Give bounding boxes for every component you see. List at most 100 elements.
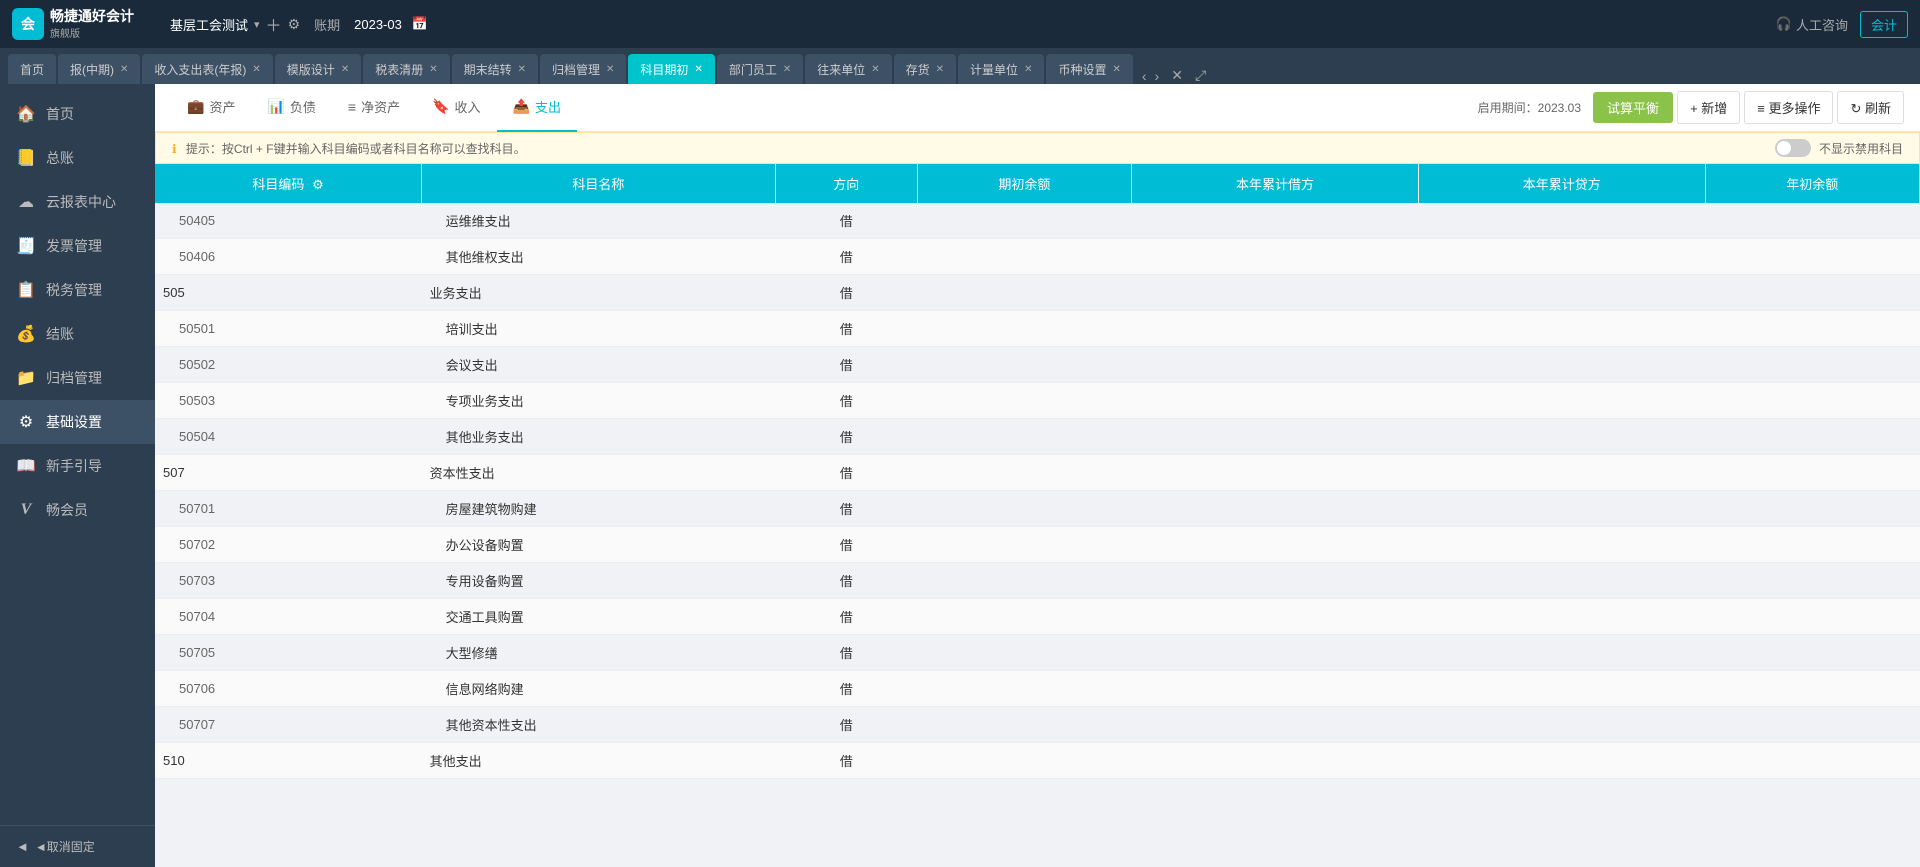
- sub-tab-income[interactable]: 🔖 收入: [416, 84, 496, 132]
- tab-subject-init-close[interactable]: ✕: [694, 64, 702, 75]
- toggle-label: 不显示禁用科目: [1819, 140, 1903, 157]
- project-name: 基层工会测试: [170, 15, 248, 34]
- tab-template-design[interactable]: 模版设计 ✕: [275, 54, 361, 84]
- sidebar-archive-label: 归档管理: [46, 368, 102, 388]
- tab-unit-close[interactable]: ✕: [1024, 64, 1032, 75]
- tab-dept-close[interactable]: ✕: [783, 64, 791, 75]
- sub-tab-bar: 💼 资产 📊 负债 ≡ 净资产 🔖 收入 📤 支出 启用期间：2023.03: [155, 84, 1920, 132]
- sidebar-item-basic[interactable]: ⚙ 基础设置: [0, 400, 155, 444]
- tab-currency[interactable]: 币种设置 ✕: [1046, 54, 1132, 84]
- cell-balance: [917, 707, 1131, 743]
- refresh-button[interactable]: ↻ 刷新: [1837, 91, 1904, 124]
- content-area: 💼 资产 📊 负债 ≡ 净资产 🔖 收入 📤 支出 启用期间：2023.03: [155, 84, 1920, 867]
- cell-direction: 借: [775, 419, 917, 455]
- cell-year-balance: [1705, 419, 1919, 455]
- tab-dept-staff[interactable]: 部门员工 ✕: [717, 54, 803, 84]
- cell-ytd-credit: [1418, 599, 1705, 635]
- tab-report-mid-close[interactable]: ✕: [120, 64, 128, 75]
- table-row: 50702 办公设备购置 借: [155, 527, 1920, 563]
- tab-prev-arrow[interactable]: ‹: [1139, 68, 1150, 84]
- tab-next-arrow[interactable]: ›: [1152, 68, 1163, 84]
- table-body: 50405 运维维支出 借 50406 其他维权支出 借 505 业务支出 借 …: [155, 203, 1920, 779]
- table-row: 50504 其他业务支出 借: [155, 419, 1920, 455]
- tab-close-all[interactable]: ✕: [1168, 67, 1186, 84]
- tab-report-mid[interactable]: 报(中期) ✕: [58, 54, 140, 84]
- project-add-button[interactable]: ＋: [266, 12, 282, 36]
- cell-direction: 借: [775, 563, 917, 599]
- cell-direction: 借: [775, 455, 917, 491]
- add-new-button[interactable]: + 新增: [1677, 91, 1740, 124]
- sidebar-item-ledger[interactable]: 📒 总账: [0, 136, 155, 180]
- disabled-subjects-toggle[interactable]: [1775, 139, 1811, 157]
- tab-period-close[interactable]: 期末结转 ✕: [452, 54, 538, 84]
- sidebar-collapse-button[interactable]: ◄ ◄取消固定: [0, 825, 155, 867]
- cell-year-balance: [1705, 275, 1919, 311]
- sidebar-item-invoice[interactable]: 🧾 发票管理: [0, 224, 155, 268]
- sidebar-ledger-label: 总账: [46, 148, 74, 168]
- archive-icon: 📁: [16, 368, 36, 388]
- period-calendar-icon[interactable]: 📅: [412, 16, 428, 32]
- sub-tab-expense[interactable]: 📤 支出: [497, 84, 577, 132]
- calc-balance-button[interactable]: 试算平衡: [1593, 92, 1673, 123]
- cell-code: 50703: [155, 563, 422, 599]
- cell-ytd-credit: [1418, 311, 1705, 347]
- sub-tab-liabilities[interactable]: 📊 负债: [251, 84, 331, 132]
- table-area: 科目编码 ⚙ 科目名称 方向 期初余额 本年累计借方 本年累计贷方 年初余额 5…: [155, 164, 1920, 867]
- tab-archive[interactable]: 归档管理 ✕: [540, 54, 626, 84]
- basic-icon: ⚙: [16, 412, 36, 432]
- tab-nav-arrows: ‹ › ✕ ⤢: [1139, 67, 1209, 84]
- tab-inventory-close[interactable]: ✕: [936, 64, 944, 75]
- sidebar-basic-label: 基础设置: [46, 412, 102, 432]
- tab-contacts-close[interactable]: ✕: [871, 64, 879, 75]
- sidebar-item-cloud[interactable]: ☁ 云报表中心: [0, 180, 155, 224]
- tab-income-expense[interactable]: 收入支出表(年报) ✕: [142, 54, 272, 84]
- tab-inventory[interactable]: 存货 ✕: [894, 54, 956, 84]
- tab-contacts[interactable]: 往来单位 ✕: [805, 54, 891, 84]
- sidebar-item-home[interactable]: 🏠 首页: [0, 92, 155, 136]
- sub-tab-assets[interactable]: 💼 资产: [171, 84, 251, 132]
- tab-currency-label: 币种设置: [1058, 61, 1106, 78]
- project-settings-button[interactable]: ⚙: [288, 16, 301, 33]
- table-row: 50704 交通工具购置 借: [155, 599, 1920, 635]
- tab-income-expense-close[interactable]: ✕: [252, 64, 260, 75]
- tab-archive-close[interactable]: ✕: [606, 64, 614, 75]
- tab-template-close[interactable]: ✕: [341, 64, 349, 75]
- project-dropdown-arrow[interactable]: ▾: [254, 18, 260, 31]
- sidebar-item-guide[interactable]: 📖 新手引导: [0, 444, 155, 488]
- cell-ytd-credit: [1418, 491, 1705, 527]
- col-code-settings-icon[interactable]: ⚙: [312, 177, 324, 192]
- col-header-name: 科目名称: [422, 164, 776, 203]
- tab-period-close-x[interactable]: ✕: [518, 64, 526, 75]
- account-button[interactable]: 会计: [1860, 11, 1908, 38]
- cell-ytd-credit: [1418, 239, 1705, 275]
- tab-unit[interactable]: 计量单位 ✕: [958, 54, 1044, 84]
- logo-text-block: 畅捷通好会计 旗舰版: [50, 8, 134, 40]
- tab-currency-close[interactable]: ✕: [1112, 64, 1120, 75]
- sidebar-item-archive[interactable]: 📁 归档管理: [0, 356, 155, 400]
- cell-ytd-debit: [1132, 563, 1419, 599]
- tab-expand-icon[interactable]: ⤢: [1192, 67, 1209, 84]
- sidebar-item-vip[interactable]: V 畅会员: [0, 488, 155, 532]
- tab-homepage[interactable]: 首页: [8, 54, 56, 84]
- cell-balance: [917, 635, 1131, 671]
- sidebar-item-tax[interactable]: 📋 税务管理: [0, 268, 155, 312]
- consult-button[interactable]: 🎧 人工咨询: [1776, 15, 1848, 34]
- tab-tax-close[interactable]: ✕: [429, 64, 437, 75]
- sub-tab-net-assets[interactable]: ≡ 净资产: [332, 84, 416, 132]
- cell-code: 50503: [155, 383, 422, 419]
- tab-tax-list[interactable]: 税表清册 ✕: [363, 54, 449, 84]
- cell-year-balance: [1705, 491, 1919, 527]
- tab-template-design-label: 模版设计: [287, 61, 335, 78]
- closing-icon: 💰: [16, 324, 36, 344]
- cell-year-balance: [1705, 563, 1919, 599]
- more-ops-button[interactable]: ≡ 更多操作: [1744, 91, 1833, 124]
- sidebar-item-closing[interactable]: 💰 结账: [0, 312, 155, 356]
- cell-name: 其他资本性支出: [422, 707, 776, 743]
- cell-name: 其他维权支出: [422, 239, 776, 275]
- tab-subject-init[interactable]: 科目期初 ✕: [628, 54, 714, 84]
- cell-year-balance: [1705, 635, 1919, 671]
- cell-ytd-credit: [1418, 743, 1705, 779]
- table-header-row: 科目编码 ⚙ 科目名称 方向 期初余额 本年累计借方 本年累计贷方 年初余额: [155, 164, 1920, 203]
- cell-direction: 借: [775, 635, 917, 671]
- cell-direction: 借: [775, 599, 917, 635]
